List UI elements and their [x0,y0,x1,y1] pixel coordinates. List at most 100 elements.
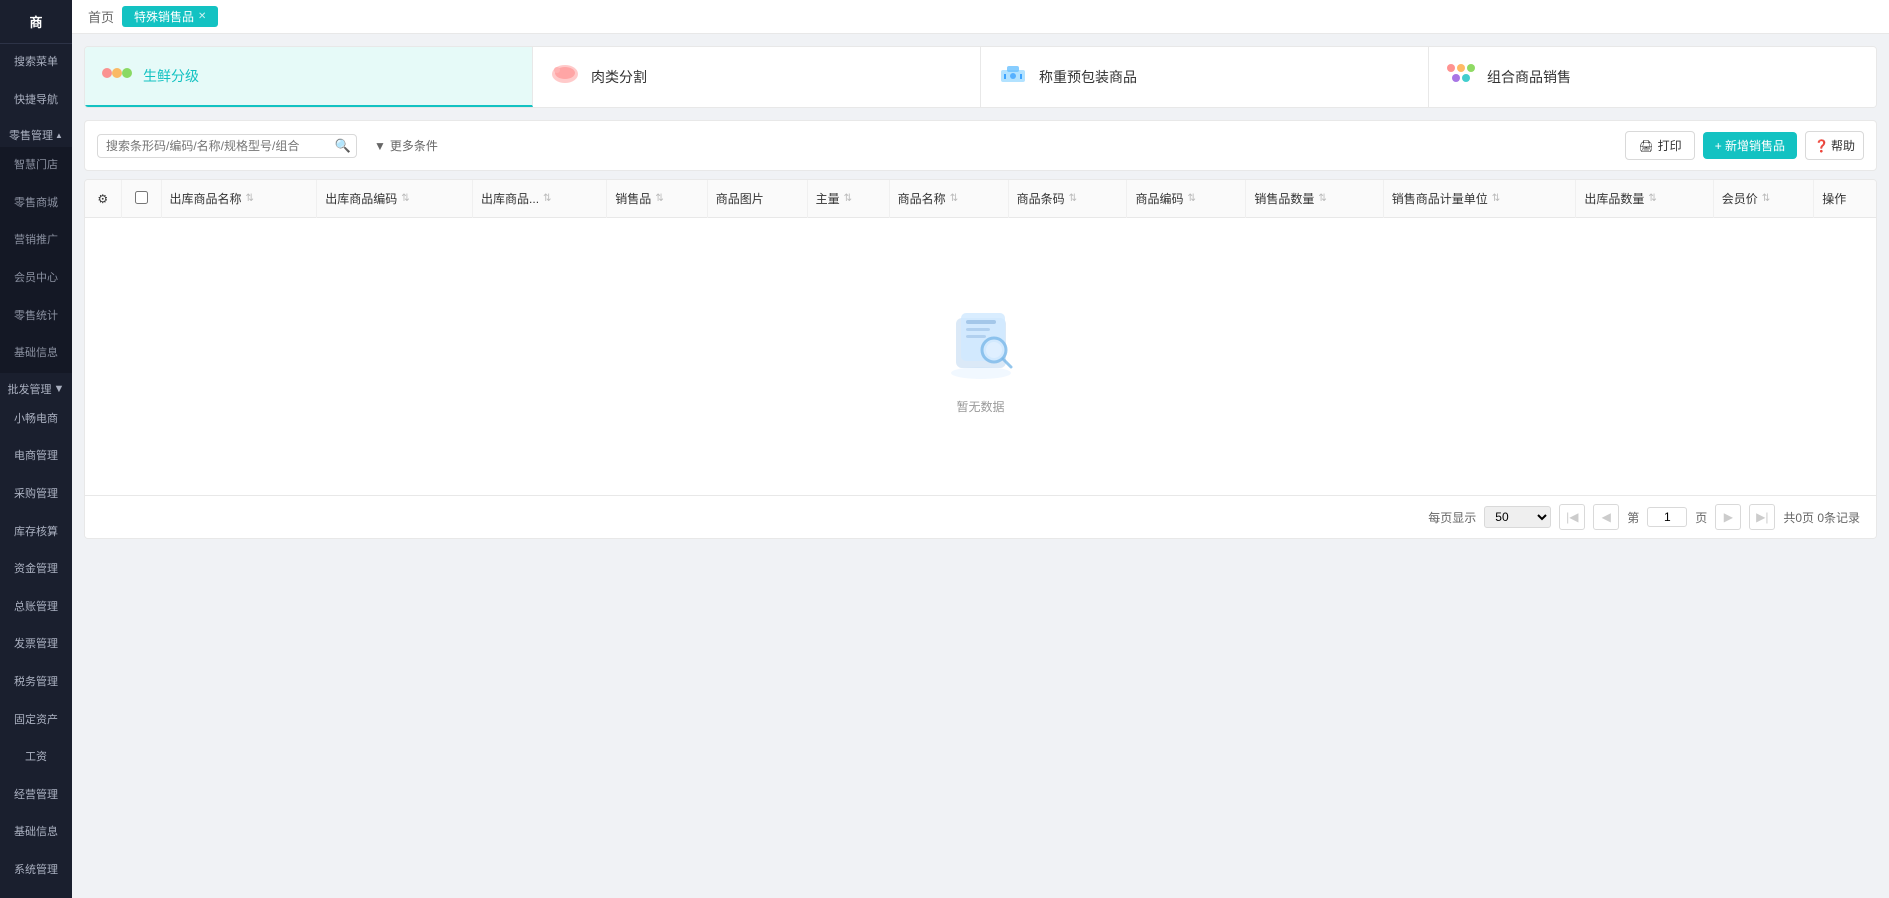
prev-page-button[interactable]: ◀ [1593,504,1619,530]
sort-icon[interactable]: ⇅ [401,193,409,204]
total-label: 共0页 0条记录 [1783,509,1860,526]
sidebar-item-fixed-assets[interactable]: 固定资产 [0,702,72,740]
tab-cards: 生鲜分级 肉类分割 [84,46,1877,108]
search-right: 🖨 打印 + 新增销售品 ❓ 帮助 [1625,131,1864,160]
sort-icon[interactable]: ⇅ [1648,193,1656,204]
sidebar-item-retail-mall[interactable]: 零售商城 [0,185,72,223]
tab-meat-cutting[interactable]: 肉类分割 [533,47,981,107]
filter-icon: ▼ [374,139,386,153]
sort-icon[interactable]: ⇅ [1492,193,1500,204]
sort-icon[interactable]: ⇅ [1069,193,1077,204]
sidebar-item-retail-mgmt[interactable]: 零售管理 [0,119,72,147]
sidebar-item-tax-mgmt[interactable]: 税务管理 [0,664,72,702]
sidebar-item-company-agreement[interactable]: 企业协同 [0,889,72,898]
sidebar-item-member-center[interactable]: 会员中心 [0,260,72,298]
sidebar-item-sales-promo[interactable]: 营销推广 [0,222,72,260]
breadcrumb-current-tag[interactable]: 特殊销售品 ✕ [122,6,218,27]
filter-label: 更多条件 [390,137,438,154]
th-sale-qty[interactable]: 销售品数量 ⇅ [1246,180,1383,218]
help-label: 帮助 [1831,137,1855,154]
th-settings[interactable]: ⚙ [85,180,121,218]
print-button[interactable]: 🖨 打印 [1625,131,1694,160]
select-all-checkbox[interactable] [135,191,148,204]
settings-icon: ⚙ [97,192,108,206]
tab-meat-cutting-label: 肉类分割 [591,67,647,87]
th-ops: 操作 [1814,180,1876,218]
weight-prepack-icon [997,62,1029,92]
tab-fresh-grading[interactable]: 生鲜分级 [85,47,533,107]
th-out-spec[interactable]: 出库商品... ⇅ [473,180,607,218]
search-icon[interactable]: 🔍 [335,138,351,154]
filter-button[interactable]: ▼ 更多条件 [365,132,447,159]
sidebar-item-ops-mgmt[interactable]: 经营管理 [0,777,72,815]
sort-icon[interactable]: ⇅ [543,193,551,204]
sidebar-item-ecom-mgmt[interactable]: 电商管理 [0,438,72,476]
search-input-wrap: 🔍 [97,134,357,158]
th-out-name[interactable]: 出库商品名称 ⇅ [161,180,317,218]
tab-weight-prepack-label: 称重预包装商品 [1039,67,1137,87]
sidebar-item-inventory[interactable]: 库存核算 [0,514,72,552]
sidebar-item-finance-mgmt[interactable]: 资金管理 [0,551,72,589]
sidebar-item-smart-store[interactable]: 智慧门店 [0,147,72,185]
help-button[interactable]: ❓ 帮助 [1805,131,1864,160]
pagination-bar: 每页显示 10 20 50 100 |◀ ◀ 第 页 ▶ ▶| 共0页 0条记录 [85,495,1876,538]
th-checkbox[interactable] [121,180,161,218]
sidebar-item-sys-mgmt[interactable]: 系统管理 [0,852,72,890]
sidebar-item-purchase-mgmt[interactable]: 采购管理 [0,476,72,514]
th-item-name[interactable]: 商品名称 ⇅ [889,180,1008,218]
last-page-button[interactable]: ▶| [1749,504,1775,530]
breadcrumb-home[interactable]: 首页 [88,7,114,26]
search-input[interactable] [97,134,357,158]
close-icon[interactable]: ✕ [198,11,206,22]
page-size-select[interactable]: 10 20 50 100 [1484,506,1551,528]
page-size-label: 每页显示 [1428,509,1476,526]
sidebar-item-mini-ecom[interactable]: 小畅电商 [0,401,72,439]
first-page-button[interactable]: |◀ [1559,504,1585,530]
page-input[interactable] [1647,507,1687,527]
tab-fresh-grading-label: 生鲜分级 [143,66,199,86]
th-member-price[interactable]: 会员价 ⇅ [1713,180,1813,218]
th-barcode[interactable]: 商品条码 ⇅ [1008,180,1127,218]
sort-icon[interactable]: ⇅ [1762,193,1770,204]
th-main-weight[interactable]: 主量 ⇅ [807,180,889,218]
print-label: 打印 [1658,137,1682,154]
sidebar-item-general-ledger[interactable]: 总账管理 [0,589,72,627]
sort-icon[interactable]: ⇅ [844,193,852,204]
sort-icon[interactable]: ⇅ [950,193,958,204]
main-content: 首页 特殊销售品 ✕ 生鲜分级 [72,0,1889,898]
tab-combo-sales[interactable]: 组合商品销售 [1429,47,1876,107]
breadcrumb-tag-label: 特殊销售品 [134,8,194,25]
sort-icon[interactable]: ⇅ [1318,193,1326,204]
next-page-button[interactable]: ▶ [1715,504,1741,530]
sidebar-item-invoice-mgmt[interactable]: 发票管理 [0,626,72,664]
empty-state: 暂无数据 [85,218,1876,495]
th-sale-unit[interactable]: 销售商品计量单位 ⇅ [1383,180,1576,218]
th-image: 商品图片 [707,180,807,218]
sidebar-item-wholesale-mgmt[interactable]: 批发管理 [0,373,72,401]
sidebar-item-basic-info[interactable]: 基础信息 [0,814,72,852]
fresh-grading-icon [101,61,133,91]
sidebar-item-search-menu[interactable]: 搜索菜单 [0,44,72,82]
sort-icon[interactable]: ⇅ [246,193,254,204]
th-out-code[interactable]: 出库商品编码 ⇅ [317,180,473,218]
th-sale-item[interactable]: 销售品 ⇅ [607,180,707,218]
combo-sales-icon [1445,62,1477,92]
sort-icon[interactable]: ⇅ [1188,193,1196,204]
sidebar-item-basic-info-retail[interactable]: 基础信息 [0,335,72,373]
print-icon: 🖨 [1638,139,1653,153]
sidebar-item-quick-nav[interactable]: 快捷导航 [0,82,72,120]
sidebar-item-retail-stats[interactable]: 零售统计 [0,298,72,336]
th-out-qty[interactable]: 出库品数量 ⇅ [1576,180,1713,218]
new-label: + 新增销售品 [1715,137,1785,154]
new-product-button[interactable]: + 新增销售品 [1703,132,1797,159]
sidebar-item-hr[interactable]: 工资 [0,739,72,777]
th-item-code[interactable]: 商品编码 ⇅ [1127,180,1246,218]
sort-icon[interactable]: ⇅ [655,193,663,204]
tab-weight-prepack[interactable]: 称重预包装商品 [981,47,1429,107]
empty-illustration [936,298,1026,388]
tab-combo-sales-label: 组合商品销售 [1487,67,1571,87]
breadcrumb-bar: 首页 特殊销售品 ✕ [72,0,1889,34]
sidebar-logo: 商 [0,0,72,44]
page-label: 第 [1627,509,1639,526]
empty-text: 暂无数据 [85,398,1876,415]
